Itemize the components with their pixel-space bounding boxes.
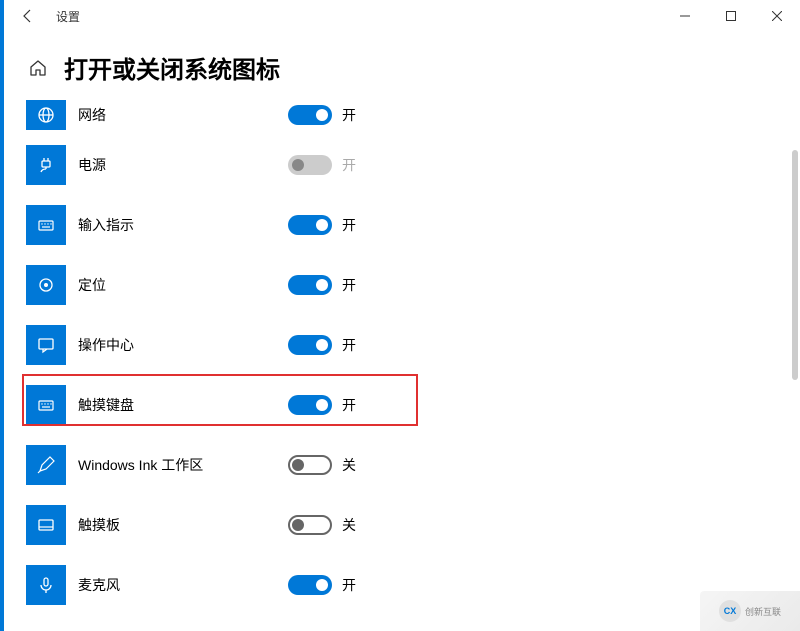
- toggle-windows-ink[interactable]: [288, 455, 332, 475]
- watermark-text: 创新互联: [745, 605, 781, 618]
- setting-row-touchpad: 触摸板 关: [26, 495, 800, 555]
- toggle-power: [288, 155, 332, 175]
- globe-icon: [26, 100, 66, 130]
- toggle-microphone[interactable]: [288, 575, 332, 595]
- setting-row-input-indicator: 输入指示 开: [26, 195, 800, 255]
- setting-label-action-center: 操作中心: [78, 335, 288, 355]
- setting-label-network: 网络: [78, 105, 288, 125]
- touchpad-icon: [26, 505, 66, 545]
- toggle-state-text-touchpad: 关: [342, 515, 356, 535]
- toggle-state-text-action-center: 开: [342, 335, 356, 355]
- setting-label-power: 电源: [78, 155, 288, 175]
- setting-row-touch-keyboard: 触摸键盘 开: [26, 375, 800, 435]
- setting-row-windows-ink: Windows Ink 工作区 关: [26, 435, 800, 495]
- target-icon: [26, 265, 66, 305]
- toggle-state-text-touch-keyboard: 开: [342, 395, 356, 415]
- watermark-logo: CX: [719, 600, 741, 622]
- setting-row-microphone: 麦克风 开: [26, 555, 800, 615]
- minimize-icon: [680, 11, 690, 21]
- toggle-state-text-network: 开: [342, 105, 356, 125]
- toggle-state-text-windows-ink: 关: [342, 455, 356, 475]
- toggle-input-indicator[interactable]: [288, 215, 332, 235]
- setting-row-location: 定位 开: [26, 255, 800, 315]
- chat-icon: [26, 325, 66, 365]
- setting-label-touchpad: 触摸板: [78, 515, 288, 535]
- home-icon[interactable]: [28, 58, 48, 78]
- page-title: 打开或关闭系统图标: [64, 50, 280, 85]
- mic-icon: [26, 565, 66, 605]
- watermark: CX 创新互联: [700, 591, 800, 631]
- toggle-network[interactable]: [288, 105, 332, 125]
- app-title: 设置: [56, 8, 80, 25]
- setting-label-location: 定位: [78, 275, 288, 295]
- minimize-button[interactable]: [662, 0, 708, 32]
- setting-row-action-center: 操作中心 开: [26, 315, 800, 375]
- toggle-state-text-power: 开: [342, 155, 356, 175]
- toggle-state-text-microphone: 开: [342, 575, 356, 595]
- setting-label-touch-keyboard: 触摸键盘: [78, 395, 288, 415]
- toggle-touch-keyboard[interactable]: [288, 395, 332, 415]
- setting-label-windows-ink: Windows Ink 工作区: [78, 455, 288, 475]
- close-button[interactable]: [754, 0, 800, 32]
- setting-row-network: 网络 开: [26, 95, 800, 135]
- toggle-action-center[interactable]: [288, 335, 332, 355]
- pen-icon: [26, 445, 66, 485]
- setting-label-microphone: 麦克风: [78, 575, 288, 595]
- setting-row-power: 电源 开: [26, 135, 800, 195]
- keyboard-icon: [26, 205, 66, 245]
- scrollbar[interactable]: [792, 150, 798, 380]
- keyboard-icon: [26, 385, 66, 425]
- arrow-left-icon: [20, 8, 36, 24]
- toggle-touchpad[interactable]: [288, 515, 332, 535]
- maximize-icon: [726, 11, 736, 21]
- power-cord-icon: [26, 145, 66, 185]
- toggle-state-text-input-indicator: 开: [342, 215, 356, 235]
- toggle-state-text-location: 开: [342, 275, 356, 295]
- close-icon: [772, 11, 782, 21]
- maximize-button[interactable]: [708, 0, 754, 32]
- back-button[interactable]: [4, 0, 52, 32]
- toggle-location[interactable]: [288, 275, 332, 295]
- setting-label-input-indicator: 输入指示: [78, 215, 288, 235]
